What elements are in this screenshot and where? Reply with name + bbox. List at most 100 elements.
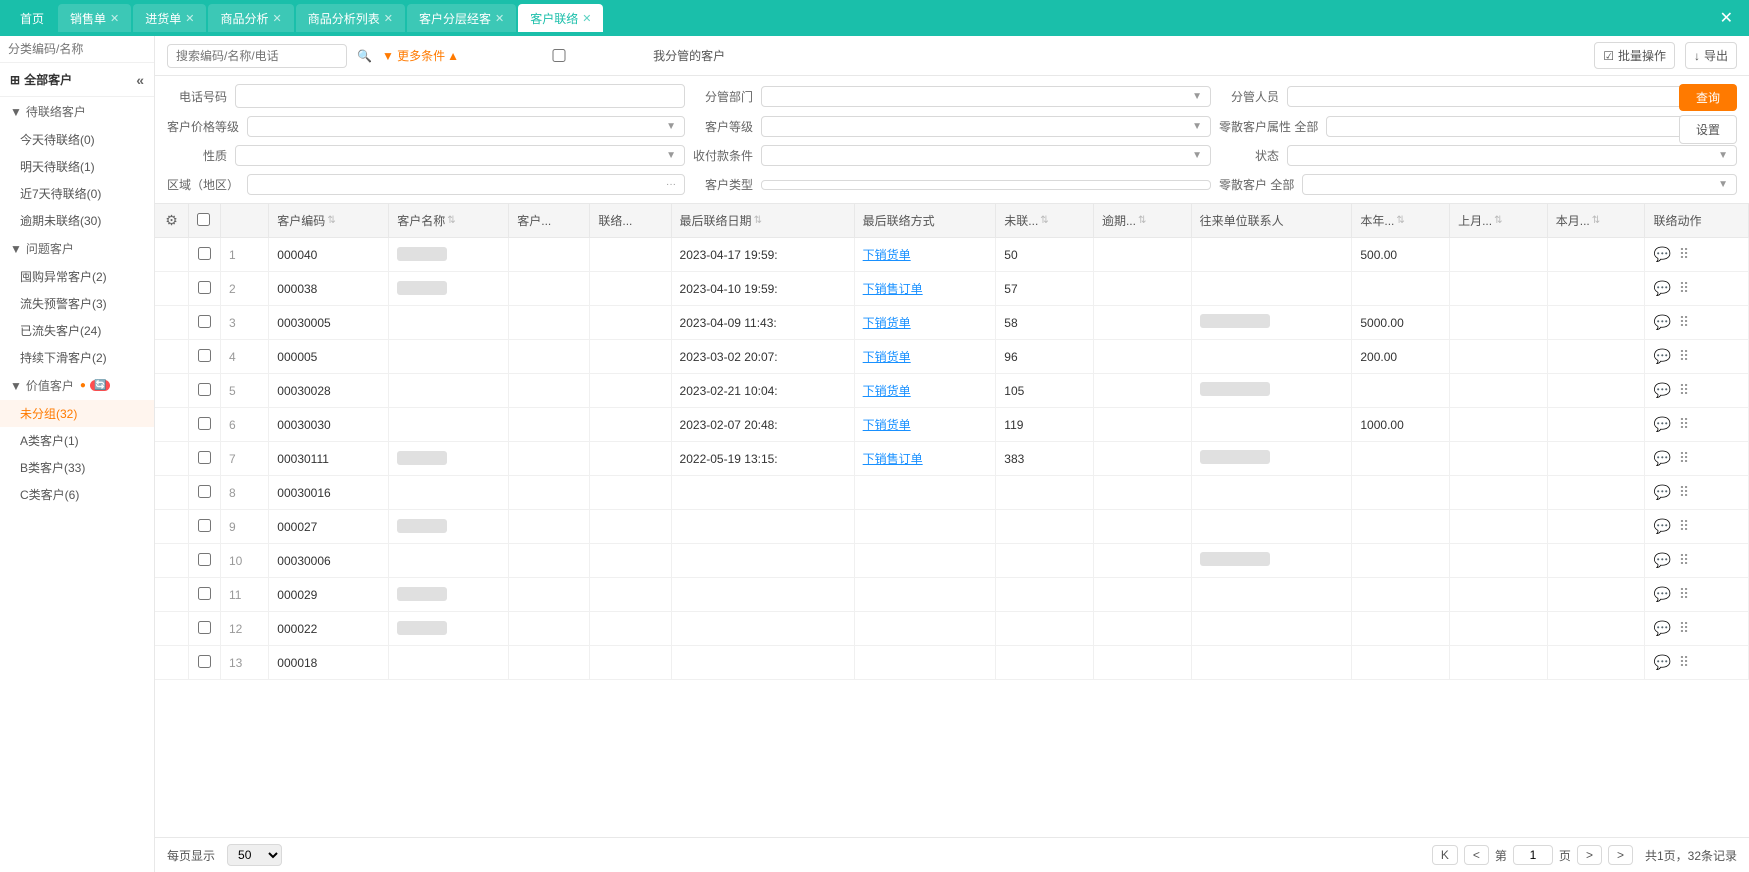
last-page-button[interactable]: > <box>1608 845 1633 865</box>
contact-method-link[interactable]: 下销货单 <box>863 418 911 432</box>
action-grid-icon[interactable]: ⠿ <box>1679 450 1689 467</box>
sidebar-item-class-c[interactable]: C类客户(6) <box>0 481 154 508</box>
row-checkbox[interactable] <box>198 349 211 362</box>
filter-retail-attr-select[interactable]: ▼ <box>1326 116 1737 137</box>
row-checkbox[interactable] <box>198 247 211 260</box>
th-last-contact-method[interactable]: 最后联络方式 <box>854 204 996 238</box>
row-checkbox[interactable] <box>198 519 211 532</box>
row-checkbox[interactable] <box>198 553 211 566</box>
action-grid-icon[interactable]: ⠿ <box>1679 620 1689 637</box>
action-chat-icon[interactable]: 💬 <box>1653 416 1670 433</box>
row-checkbox[interactable] <box>198 281 211 294</box>
th-this-month[interactable]: 本月...⇅ <box>1547 204 1645 238</box>
section-problem-customers[interactable]: ▼ 问题客户 <box>0 234 154 263</box>
th-checkbox[interactable] <box>189 204 221 238</box>
sidebar-item-7day-pending[interactable]: 近7天待联络(0) <box>0 180 154 207</box>
th-last-contact-date[interactable]: 最后联络日期⇅ <box>671 204 854 238</box>
td-checkbox[interactable] <box>189 408 221 442</box>
nav-tab-analysis-close[interactable]: ✕ <box>273 12 282 25</box>
row-checkbox[interactable] <box>198 383 211 396</box>
th-last-month[interactable]: 上月...⇅ <box>1450 204 1548 238</box>
search-button[interactable]: 查询 <box>1679 84 1737 111</box>
td-checkbox[interactable] <box>189 272 221 306</box>
action-grid-icon[interactable]: ⠿ <box>1679 280 1689 297</box>
contact-method-link[interactable]: 下销货单 <box>863 316 911 330</box>
filter-nature-select[interactable]: ▼ <box>235 145 685 166</box>
action-grid-icon[interactable]: ⠿ <box>1679 552 1689 569</box>
filter-customer-level-select[interactable]: ▼ <box>761 116 1211 137</box>
td-checkbox[interactable] <box>189 544 221 578</box>
per-page-select[interactable]: 50 100 <box>227 844 282 866</box>
row-checkbox[interactable] <box>198 621 211 634</box>
action-chat-icon[interactable]: 💬 <box>1653 654 1670 671</box>
action-grid-icon[interactable]: ⠿ <box>1679 586 1689 603</box>
action-chat-icon[interactable]: 💬 <box>1653 552 1670 569</box>
td-checkbox[interactable] <box>189 374 221 408</box>
more-conditions-button[interactable]: ▼ 更多条件 ▲ <box>382 47 459 64</box>
td-checkbox[interactable] <box>189 340 221 374</box>
nav-tab-sale[interactable]: 销售单 ✕ <box>58 4 131 32</box>
sidebar-item-ungrouped[interactable]: 未分组(32) <box>0 400 154 427</box>
td-checkbox[interactable] <box>189 306 221 340</box>
th-name[interactable]: 客户名称⇅ <box>389 204 509 238</box>
th-not-contacted[interactable]: 未联...⇅ <box>996 204 1094 238</box>
action-chat-icon[interactable]: 💬 <box>1653 348 1670 365</box>
filter-search-icon[interactable]: 🔍 <box>357 49 372 63</box>
filter-manager-select[interactable]: ··· <box>1287 86 1737 107</box>
sidebar-item-class-b[interactable]: B类客户(33) <box>0 454 154 481</box>
contact-method-link[interactable]: 下销售订单 <box>863 282 923 296</box>
reset-button[interactable]: 设置 <box>1679 115 1737 144</box>
next-page-button[interactable]: > <box>1577 845 1602 865</box>
my-customers-input[interactable] <box>469 49 649 62</box>
row-checkbox[interactable] <box>198 655 211 668</box>
prev-page-button[interactable]: < <box>1464 845 1489 865</box>
td-checkbox[interactable] <box>189 238 221 272</box>
td-checkbox[interactable] <box>189 510 221 544</box>
first-page-button[interactable]: K <box>1432 845 1458 865</box>
filter-region-select[interactable]: ··· <box>247 174 685 195</box>
filter-dept-select[interactable]: ▼ <box>761 86 1211 107</box>
window-close-button[interactable]: ✕ <box>1712 8 1741 28</box>
th-contact[interactable]: 联络... <box>590 204 671 238</box>
contact-method-link[interactable]: 下销货单 <box>863 248 911 262</box>
action-chat-icon[interactable]: 💬 <box>1653 450 1670 467</box>
contact-method-link[interactable]: 下销货单 <box>863 384 911 398</box>
search-input[interactable] <box>167 44 347 68</box>
nav-tab-analysis-list-close[interactable]: ✕ <box>384 12 393 25</box>
td-checkbox[interactable] <box>189 646 221 680</box>
page-number-input[interactable] <box>1513 845 1553 865</box>
action-chat-icon[interactable]: 💬 <box>1653 314 1670 331</box>
nav-home[interactable]: 首页 <box>8 4 56 32</box>
th-code[interactable]: 客户编码⇅ <box>269 204 389 238</box>
row-checkbox[interactable] <box>198 417 211 430</box>
action-grid-icon[interactable]: ⠿ <box>1679 416 1689 433</box>
th-type[interactable]: 客户... <box>509 204 590 238</box>
nav-tab-purchase-close[interactable]: ✕ <box>185 12 194 25</box>
sidebar-item-today-pending[interactable]: 今天待联络(0) <box>0 126 154 153</box>
select-all-checkbox[interactable] <box>197 213 210 226</box>
batch-operation-button[interactable]: ☑ 批量操作 <box>1594 42 1675 69</box>
filter-price-level-select[interactable]: ▼ <box>247 116 685 137</box>
filter-phone-input[interactable] <box>235 84 685 108</box>
th-this-year[interactable]: 本年...⇅ <box>1352 204 1450 238</box>
nav-tab-analysis-list[interactable]: 商品分析列表 ✕ <box>296 4 405 32</box>
row-checkbox[interactable] <box>198 451 211 464</box>
nav-tab-customer-seg-close[interactable]: ✕ <box>495 12 504 25</box>
td-checkbox[interactable] <box>189 442 221 476</box>
filter-customer-type-select[interactable] <box>761 180 1211 190</box>
action-chat-icon[interactable]: 💬 <box>1653 246 1670 263</box>
nav-tab-customer-contact[interactable]: 客户联络 ✕ <box>518 4 603 32</box>
action-grid-icon[interactable]: ⠿ <box>1679 382 1689 399</box>
filter-payment-select[interactable]: ▼ <box>761 145 1211 166</box>
action-grid-icon[interactable]: ⠿ <box>1679 246 1689 263</box>
action-grid-icon[interactable]: ⠿ <box>1679 518 1689 535</box>
export-button[interactable]: ↓ 导出 <box>1685 42 1737 69</box>
action-chat-icon[interactable]: 💬 <box>1653 382 1670 399</box>
action-grid-icon[interactable]: ⠿ <box>1679 654 1689 671</box>
row-checkbox[interactable] <box>198 587 211 600</box>
my-customers-checkbox[interactable]: 我分管的客户 <box>469 47 725 64</box>
sidebar-item-class-a[interactable]: A类客户(1) <box>0 427 154 454</box>
sidebar-item-declining[interactable]: 持续下滑客户(2) <box>0 344 154 371</box>
sidebar-item-tomorrow-pending[interactable]: 明天待联络(1) <box>0 153 154 180</box>
contact-method-link[interactable]: 下销售订单 <box>863 452 923 466</box>
